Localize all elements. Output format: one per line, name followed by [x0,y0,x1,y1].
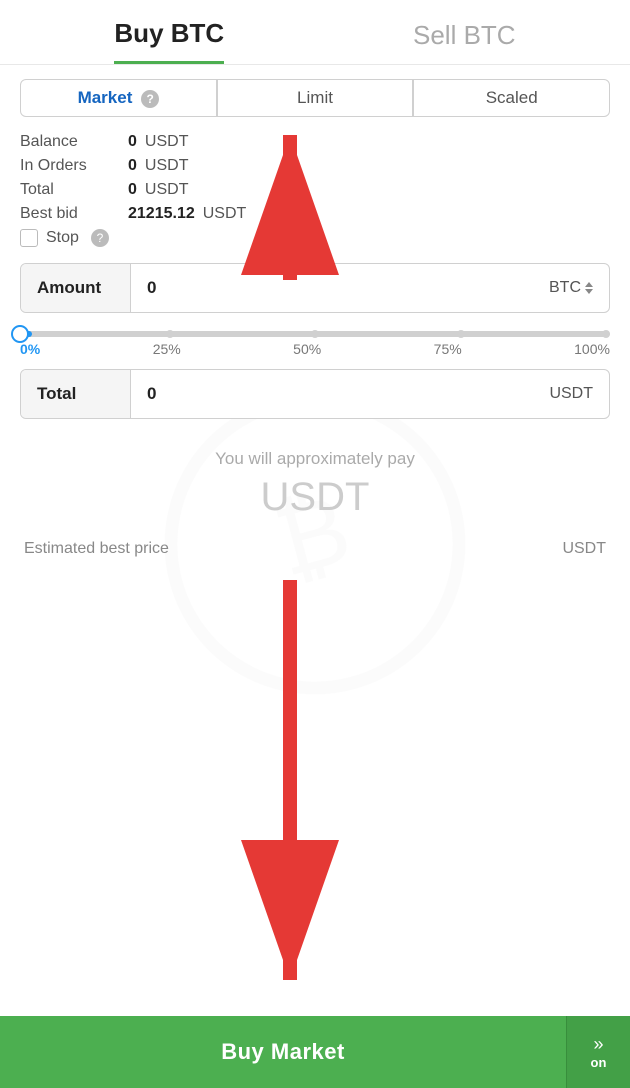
tab-sell[interactable]: Sell BTC [413,20,516,63]
slider-label-100: 100% [574,341,610,357]
amount-currency-selector[interactable]: BTC [533,265,609,311]
best-bid-label: Best bid [20,205,120,223]
toggle-on-label: on [591,1055,607,1070]
stop-label: Stop [46,229,79,247]
pay-info-section: You will approximately pay USDT Estimate… [0,419,630,568]
stop-help-icon[interactable]: ? [91,229,109,247]
total-section: Total USDT [0,369,630,419]
slider-thumb[interactable] [11,325,29,343]
tab-buy[interactable]: Buy BTC [114,18,224,64]
estimated-label: Estimated best price [24,540,169,558]
total-info-value: 0 [128,181,137,199]
amount-input[interactable] [131,264,533,312]
order-type-tabs: Market ? Limit Scaled [0,65,630,117]
stop-checkbox[interactable] [20,229,38,247]
buy-market-button[interactable]: Buy Market [0,1016,566,1088]
amount-section: Amount BTC [0,263,630,313]
slider-dot-25 [166,330,174,338]
pay-amount: USDT [20,475,610,520]
estimated-row: Estimated best price USDT [20,540,610,558]
total-currency-label: USDT [549,385,593,403]
best-bid-value: 21215.12 [128,205,195,223]
slider-label-75: 75% [434,341,462,357]
balance-unit: USDT [145,133,189,151]
total-currency: USDT [533,371,609,417]
slider-dots [20,330,610,338]
slider-track[interactable] [20,331,610,337]
tab-market[interactable]: Market ? [20,79,217,117]
slider-label-50: 50% [293,341,321,357]
toggle-arrows-icon: » [593,1035,603,1053]
tab-scaled[interactable]: Scaled [413,79,610,117]
in-orders-unit: USDT [145,157,189,175]
pay-label: You will approximately pay [20,449,610,469]
slider-section: 0% 25% 50% 75% 100% [0,313,630,363]
tab-limit[interactable]: Limit [217,79,414,117]
in-orders-value: 0 [128,157,137,175]
total-label: Total [21,370,131,418]
best-bid-row: Best bid 21215.12 USDT [20,205,610,223]
slider-dot-50 [311,330,319,338]
total-input-row: Total USDT [20,369,610,419]
estimated-value: USDT [562,540,606,558]
amount-input-row: Amount BTC [20,263,610,313]
currency-arrows-icon [585,282,593,294]
amount-label: Amount [21,264,131,312]
market-help-icon[interactable]: ? [141,90,159,108]
total-info-row: Total 0 USDT [20,181,610,199]
info-section: Balance 0 USDT In Orders 0 USDT Total 0 … [0,117,630,257]
balance-label: Balance [20,133,120,151]
slider-dot-75 [457,330,465,338]
balance-value: 0 [128,133,137,151]
in-orders-label: In Orders [20,157,120,175]
slider-dot-100 [602,330,610,338]
header-tabs: Buy BTC Sell BTC [0,0,630,65]
stop-row: Stop ? [20,229,610,247]
slider-label-25: 25% [153,341,181,357]
buy-button-section: Buy Market » on [0,1016,630,1088]
buy-toggle-button[interactable]: » on [566,1016,630,1088]
amount-currency-label: BTC [549,279,581,297]
trading-panel: ₿ Buy BTC Sell BTC Market ? Limit [0,0,630,1088]
in-orders-row: In Orders 0 USDT [20,157,610,175]
total-info-label: Total [20,181,120,199]
total-info-unit: USDT [145,181,189,199]
slider-label-0: 0% [20,341,40,357]
total-input[interactable] [131,370,533,418]
slider-labels: 0% 25% 50% 75% 100% [20,341,610,357]
balance-row: Balance 0 USDT [20,133,610,151]
best-bid-unit: USDT [203,205,247,223]
